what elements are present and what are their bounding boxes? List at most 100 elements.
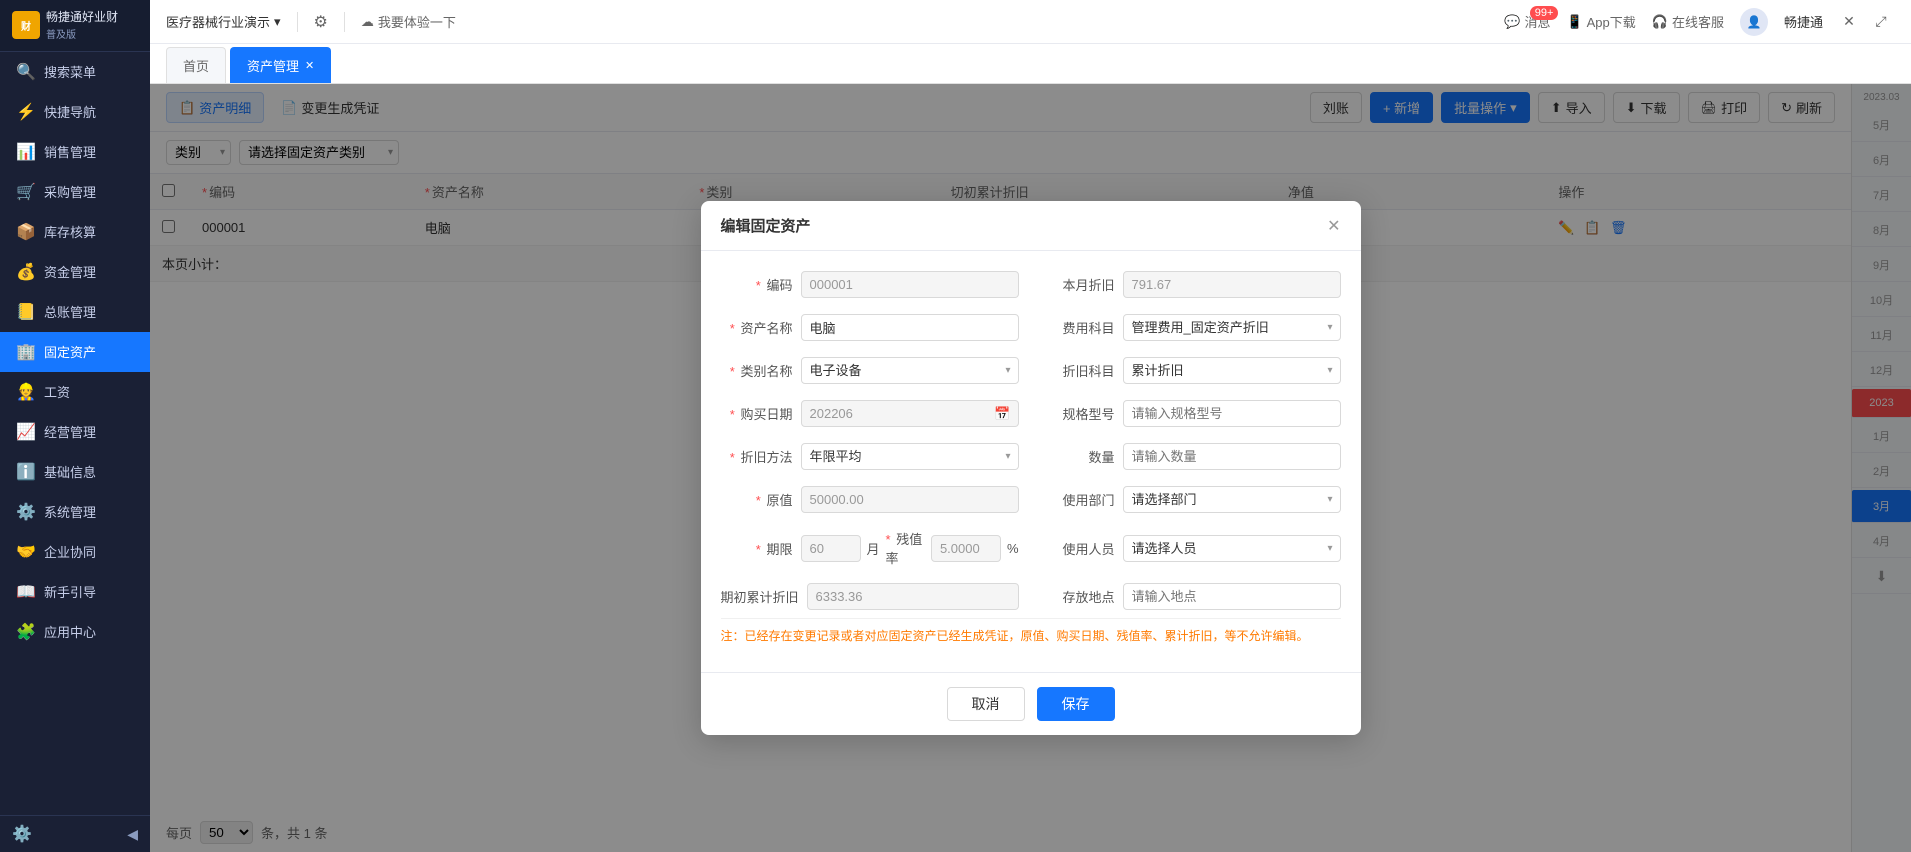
form-item-code: * 编码 (721, 271, 1019, 298)
sidebar-item-basic-info[interactable]: ℹ️ 基础信息 (0, 452, 150, 492)
sidebar-item-label: 系统管理 (44, 502, 96, 521)
quantity-label: 数量 (1043, 447, 1115, 466)
username: 畅捷通 (1784, 12, 1823, 31)
form-item-quantity: 数量 (1043, 443, 1341, 470)
sidebar-item-purchase[interactable]: 🛒 采购管理 (0, 172, 150, 212)
form-item-period: * 期限 月 * 残值率 % (721, 529, 1019, 567)
expense-account-label: 费用科目 (1043, 318, 1115, 337)
sidebar-item-payroll[interactable]: 👷 工资 (0, 372, 150, 412)
quicknav-icon: ⚡ (16, 102, 36, 122)
app-download-btn[interactable]: 📱 App下载 (1566, 12, 1635, 31)
tab-asset-management[interactable]: 资产管理 ✕ (230, 47, 331, 83)
system-icon: ⚙️ (16, 502, 36, 522)
dep-account-select-wrap: 累计折旧 ▾ (1123, 357, 1341, 384)
online-service-btn[interactable]: 🎧 在线客服 (1652, 12, 1724, 31)
apps-icon: 🧩 (16, 622, 36, 642)
tabbar: 首页 资产管理 ✕ (150, 44, 1911, 84)
enterprise-icon: 🤝 (16, 542, 36, 562)
sidebar-item-management[interactable]: 📈 经营管理 (0, 412, 150, 452)
company-dropdown-icon: ▾ (274, 14, 281, 30)
sidebar-item-system[interactable]: ⚙️ 系统管理 (0, 492, 150, 532)
sidebar-item-label: 快捷导航 (44, 102, 96, 121)
purchase-date-input[interactable] (801, 400, 1019, 427)
modal-footer: 取消 保存 (701, 672, 1361, 735)
department-select[interactable]: 请选择部门 (1123, 486, 1341, 513)
monthly-dep-input[interactable] (1123, 271, 1341, 298)
save-button[interactable]: 保存 (1037, 687, 1115, 721)
settings-icon[interactable]: ⚙️ (12, 824, 32, 844)
modal-header: 编辑固定资产 ✕ (701, 201, 1361, 251)
form-item-purchase-date: * 购买日期 📅 (721, 400, 1019, 427)
period-row: 月 * 残值率 % (801, 529, 1019, 567)
notification-icon: 💬 (1504, 14, 1520, 30)
sidebar-item-ledger[interactable]: 📒 总账管理 (0, 292, 150, 332)
tab-close-icon[interactable]: ✕ (305, 59, 314, 72)
main-area: 医疗器械行业演示 ▾ ⚙ ☁ 我要体验一下 💬 99+ 消息 📱 App下载 🎧… (150, 0, 1911, 852)
period-input[interactable] (801, 535, 861, 562)
quantity-input[interactable] (1123, 443, 1341, 470)
window-controls: ✕ ⤢ (1835, 8, 1895, 36)
dep-account-label: 折旧科目 (1043, 361, 1115, 380)
content-area: 📋 资产明细 📄 变更生成凭证 刘账 + 新增 批量操作 ▾ (150, 84, 1911, 852)
cancel-button[interactable]: 取消 (947, 687, 1025, 721)
modal-close-btn[interactable]: ✕ (1327, 216, 1340, 236)
sidebar-item-quicknav[interactable]: ⚡ 快捷导航 (0, 92, 150, 132)
maximize-btn[interactable]: ⤢ (1867, 8, 1895, 36)
sidebar-item-sales[interactable]: 📊 销售管理 (0, 132, 150, 172)
initial-dep-input[interactable] (807, 583, 1019, 610)
sales-icon: 📊 (16, 142, 36, 162)
sidebar-item-assets[interactable]: 🏢 固定资产 (0, 332, 150, 372)
avatar[interactable]: 👤 (1740, 8, 1768, 36)
company-selector[interactable]: 医疗器械行业演示 ▾ (166, 12, 281, 31)
sidebar-item-label: 采购管理 (44, 182, 96, 201)
sidebar-item-inventory[interactable]: 📦 库存核算 (0, 212, 150, 252)
app-name: 畅捷通好业财 (46, 10, 118, 26)
dep-method-select-wrap: 年限平均 ▾ (801, 443, 1019, 470)
form-item-name: * 资产名称 (721, 314, 1019, 341)
period-unit: 月 (867, 539, 880, 558)
notification-btn[interactable]: 💬 99+ 消息 (1504, 12, 1550, 31)
close-tab-btn[interactable]: ✕ (1835, 8, 1863, 36)
topbar-gear-icon[interactable]: ⚙ (314, 12, 328, 32)
spec-input[interactable] (1123, 400, 1341, 427)
dep-account-select[interactable]: 累计折旧 (1123, 357, 1341, 384)
sidebar-item-guide[interactable]: 📖 新手引导 (0, 572, 150, 612)
form-item-person: 使用人员 请选择人员 ▾ (1043, 529, 1341, 567)
category-select2[interactable]: 电子设备 (801, 357, 1019, 384)
expense-account-select[interactable]: 管理费用_固定资产折旧 (1123, 314, 1341, 341)
modal-title: 编辑固定资产 (721, 215, 811, 236)
sidebar-item-enterprise[interactable]: 🤝 企业协同 (0, 532, 150, 572)
collapse-icon[interactable]: ◀ (127, 826, 138, 843)
sidebar-item-label: 资金管理 (44, 262, 96, 281)
original-value-input[interactable] (801, 486, 1019, 513)
sidebar-item-label: 固定资产 (44, 342, 96, 361)
sidebar-item-label: 库存核算 (44, 222, 96, 241)
name-input[interactable] (801, 314, 1019, 341)
topbar: 医疗器械行业演示 ▾ ⚙ ☁ 我要体验一下 💬 99+ 消息 📱 App下载 🎧… (150, 0, 1911, 44)
logo-icon: 财 (12, 11, 40, 39)
sidebar-item-label: 销售管理 (44, 142, 96, 161)
dep-method-select[interactable]: 年限平均 (801, 443, 1019, 470)
purchase-date-label: * 购买日期 (721, 404, 793, 423)
inventory-icon: 📦 (16, 222, 36, 242)
person-select[interactable]: 请选择人员 (1123, 535, 1341, 562)
experience-btn[interactable]: ☁ 我要体验一下 (361, 12, 456, 31)
form-item-expense-account: 费用科目 管理费用_固定资产折旧 ▾ (1043, 314, 1341, 341)
spec-label: 规格型号 (1043, 404, 1115, 423)
department-select-wrap: 请选择部门 ▾ (1123, 486, 1341, 513)
assets-icon: 🏢 (16, 342, 36, 362)
sidebar-item-label: 新手引导 (44, 582, 96, 601)
tab-home[interactable]: 首页 (166, 47, 226, 83)
service-icon: 🎧 (1652, 14, 1668, 30)
modal-body: * 编码 本月折旧 * (701, 251, 1361, 672)
location-input[interactable] (1123, 583, 1341, 610)
sidebar-item-finance[interactable]: 💰 资金管理 (0, 252, 150, 292)
code-input[interactable] (801, 271, 1019, 298)
sidebar-item-search[interactable]: 🔍 搜索菜单 (0, 52, 150, 92)
person-select-wrap: 请选择人员 ▾ (1123, 535, 1341, 562)
form-item-dep-method: * 折旧方法 年限平均 ▾ (721, 443, 1019, 470)
sidebar-item-apps[interactable]: 🧩 应用中心 (0, 612, 150, 652)
residual-rate-input[interactable] (931, 535, 1001, 562)
residual-rate-label: * 残值率 (886, 529, 925, 567)
name-label: * 资产名称 (721, 318, 793, 337)
